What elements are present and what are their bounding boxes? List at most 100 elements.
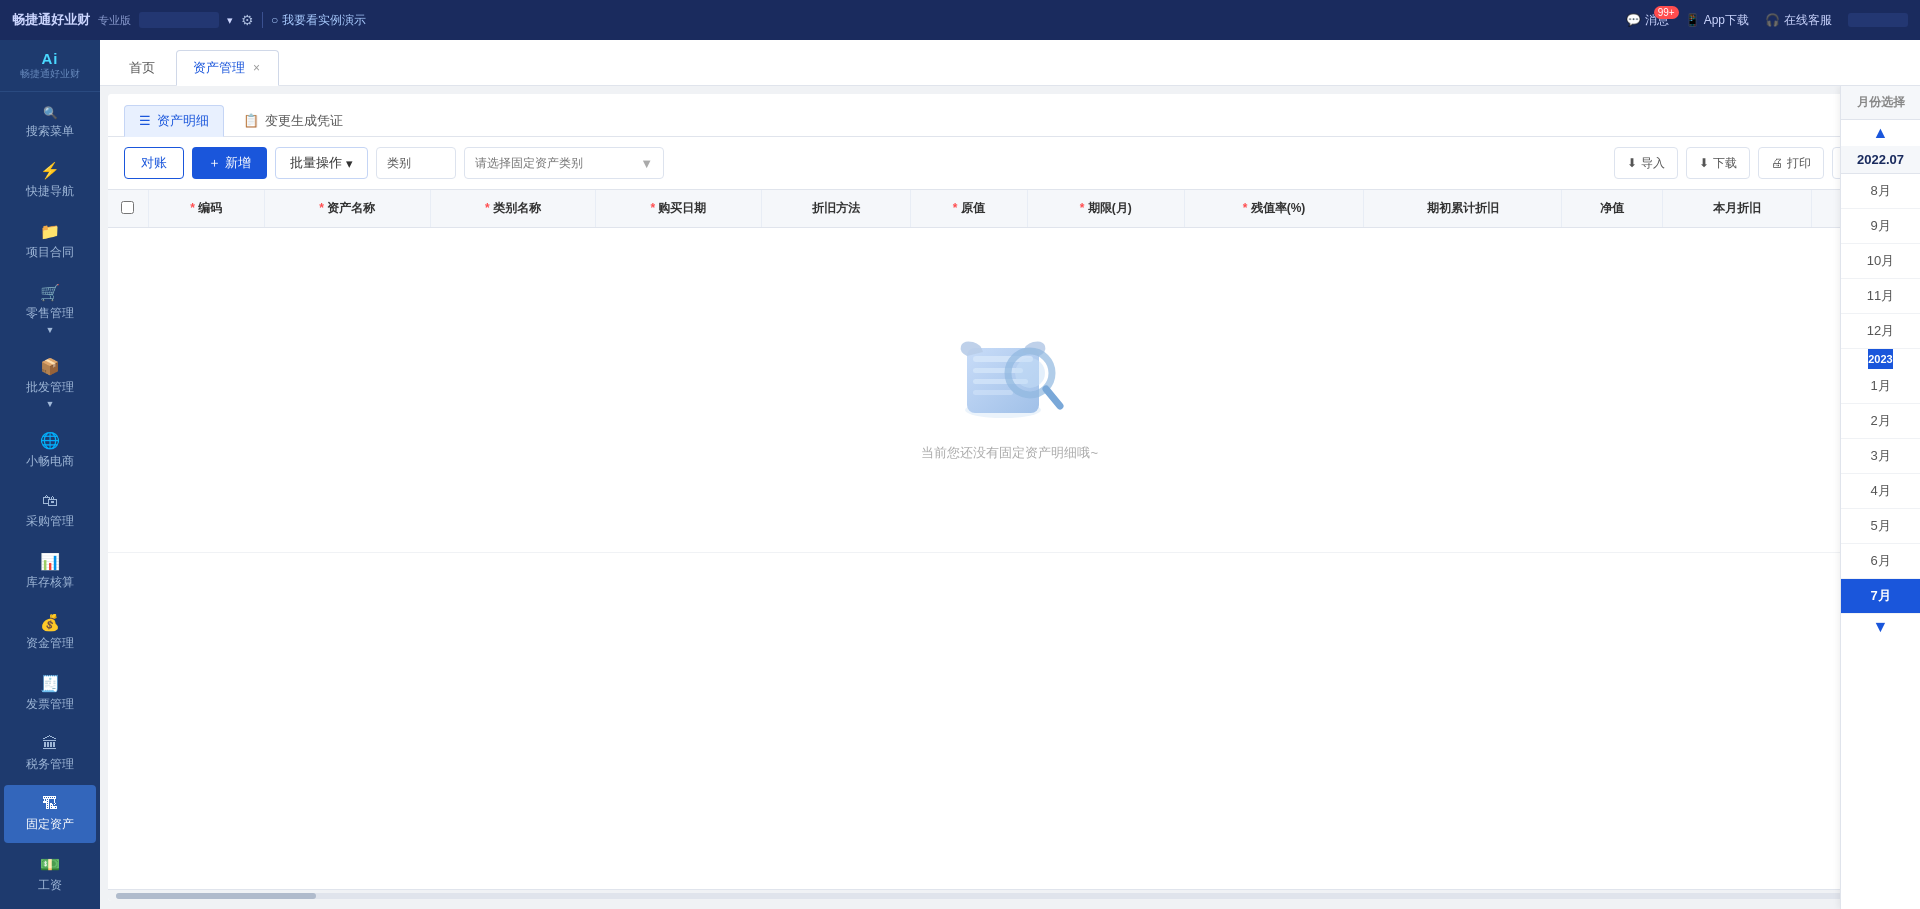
tab-asset-mgmt-label: 资产管理	[193, 59, 245, 77]
print-icon: 🖨	[1771, 156, 1783, 170]
tab-asset-mgmt[interactable]: 资产管理 ×	[176, 50, 279, 86]
msg-btn[interactable]: 💬 消息 99+	[1626, 12, 1669, 29]
phone-icon: 📱	[1685, 13, 1700, 27]
user-blurred	[1848, 13, 1908, 27]
demo-link[interactable]: ○ 我要看实例演示	[271, 12, 366, 29]
category-filter[interactable]: 类别	[376, 147, 456, 179]
month-item-9[interactable]: 9月	[1841, 209, 1920, 244]
month-panel-header: 月份选择	[1841, 86, 1920, 120]
sidebar-item-assets[interactable]: 🏗 固定资产	[4, 785, 96, 843]
sidebar-item-invoice[interactable]: 🧾 发票管理	[4, 664, 96, 723]
col-monthly-depreciation: 本月折旧	[1662, 190, 1811, 228]
sidebar-item-salary[interactable]: 💵 工资	[4, 845, 96, 904]
toolbar: 对账 ＋ 新增 批量操作 ▾ 类别	[108, 137, 1912, 190]
month-item-4[interactable]: 4月	[1841, 474, 1920, 509]
month-item-1[interactable]: 1月	[1841, 369, 1920, 404]
select-all-checkbox[interactable]	[121, 201, 134, 214]
sidebar-item-retail[interactable]: 🛒 零售管理 ▼	[4, 273, 96, 345]
sidebar-item-tax[interactable]: 🏛 税务管理	[4, 725, 96, 783]
col-code: 编码	[148, 190, 265, 228]
wholesale-expand-icon: ▼	[46, 399, 55, 409]
empty-message: 当前您还没有固定资产明细哦~	[921, 444, 1098, 462]
retail-icon: 🛒	[40, 283, 60, 302]
bottom-scroll-bar[interactable]	[108, 889, 1912, 901]
month-panel: 月份选择 ▲ 2022.07 8月 9月 10月 11月 12月 2023 1月…	[1840, 86, 1920, 909]
batch-ops-button[interactable]: 批量操作 ▾	[275, 147, 368, 179]
tab-close-icon[interactable]: ×	[251, 59, 262, 77]
month-panel-up-nav[interactable]: ▲	[1841, 120, 1920, 146]
settings-icon[interactable]: ⚙	[241, 12, 254, 28]
sidebar-item-ecommerce[interactable]: 🌐 小畅电商	[4, 421, 96, 480]
month-item-11[interactable]: 11月	[1841, 279, 1920, 314]
fund-label: 资金管理	[26, 635, 74, 652]
logo-text: Ai	[8, 50, 92, 67]
msg-badge: 99+	[1654, 6, 1679, 19]
sidebar-item-fund[interactable]: 💰 资金管理	[4, 603, 96, 662]
tax-label: 税务管理	[26, 756, 74, 773]
month-item-12[interactable]: 12月	[1841, 314, 1920, 349]
wholesale-icon: 📦	[40, 357, 60, 376]
sidebar-item-purchase[interactable]: 🛍 采购管理	[4, 482, 96, 540]
company-dropdown[interactable]: ▾	[227, 14, 233, 27]
sidebar-item-project[interactable]: 📁 项目合同	[4, 212, 96, 271]
app-name: 畅捷通好业财	[12, 11, 90, 29]
sidebar-item-inventory[interactable]: 📊 库存核算	[4, 542, 96, 601]
month-panel-down-nav[interactable]: ▼	[1841, 614, 1920, 640]
sidebar-item-shortcut[interactable]: ⚡ 快捷导航	[4, 151, 96, 210]
sub-tab-bar: ☰ 资产明细 📋 变更生成凭证	[108, 94, 1912, 137]
month-item-2[interactable]: 2月	[1841, 404, 1920, 439]
import-label: 导入	[1641, 155, 1665, 172]
table-wrap: 编码 资产名称 类别名称 购买日期 折旧方法 原值 期限(月) 残值率(%) 期…	[108, 190, 1912, 889]
month-item-5[interactable]: 5月	[1841, 509, 1920, 544]
month-item-6[interactable]: 6月	[1841, 544, 1920, 579]
online-service-btn[interactable]: 🎧 在线客服	[1765, 12, 1832, 29]
col-category: 类别名称	[430, 190, 596, 228]
category-input[interactable]	[475, 156, 634, 170]
month-item-10[interactable]: 10月	[1841, 244, 1920, 279]
sidebar-item-search[interactable]: 🔍 搜索菜单	[0, 96, 100, 150]
top-bar: 畅捷通好业财 专业版 ▾ ⚙ ○ 我要看实例演示 💬 消息 99+ 📱 App下…	[0, 0, 1920, 40]
top-bar-right: 💬 消息 99+ 📱 App下载 🎧 在线客服	[1626, 12, 1908, 29]
salary-label: 工资	[38, 877, 62, 894]
service-label: 在线客服	[1784, 12, 1832, 29]
category-label: 类别	[387, 155, 411, 172]
import-button[interactable]: ⬇ 导入	[1614, 147, 1678, 179]
toolbar-left: 对账 ＋ 新增 批量操作 ▾ 类别	[124, 147, 664, 179]
month-item-3[interactable]: 3月	[1841, 439, 1920, 474]
wholesale-label: 批发管理	[26, 379, 74, 396]
sub-tab-asset-detail[interactable]: ☰ 资产明细	[124, 105, 224, 137]
change-voucher-icon: 📋	[243, 113, 259, 128]
sidebar-logo: Ai 畅捷通好业财	[0, 40, 100, 92]
col-name: 资产名称	[265, 190, 431, 228]
sidebar-item-wholesale[interactable]: 📦 批发管理 ▼	[4, 347, 96, 419]
assets-icon: 🏗	[42, 795, 58, 813]
year-2023-badge: 2023	[1868, 349, 1892, 369]
scroll-track	[116, 893, 1904, 899]
month-item-7-current[interactable]: 7月	[1841, 579, 1920, 614]
col-net-value: 净值	[1562, 190, 1662, 228]
tab-home[interactable]: 首页	[112, 49, 172, 85]
category-dropdown-icon: ▼	[640, 156, 653, 171]
download-icon: ⬇	[1699, 156, 1709, 170]
batch-label: 批量操作	[290, 154, 342, 172]
sidebar: Ai 畅捷通好业财 🔍 搜索菜单 ⚡ 快捷导航 📁 项目合同 🛒 零售管理 ▼ …	[0, 40, 100, 909]
download-button[interactable]: ⬇ 下载	[1686, 147, 1750, 179]
company-blurred	[139, 12, 219, 28]
month-panel-year: 2022.07	[1841, 146, 1920, 174]
table-header-row: 编码 资产名称 类别名称 购买日期 折旧方法 原值 期限(月) 残值率(%) 期…	[108, 190, 1912, 228]
month-item-8[interactable]: 8月	[1841, 174, 1920, 209]
app-download-btn[interactable]: 📱 App下载	[1685, 12, 1749, 29]
add-new-button[interactable]: ＋ 新增	[192, 147, 267, 179]
inner-page: ☰ 资产明细 📋 变更生成凭证 对账 ＋ 新增	[108, 94, 1912, 901]
download-label: 下载	[1713, 155, 1737, 172]
tax-icon: 🏛	[42, 735, 58, 753]
print-button[interactable]: 🖨 打印	[1758, 147, 1824, 179]
headset-icon: 🎧	[1765, 13, 1780, 27]
reconcile-button[interactable]: 对账	[124, 147, 184, 179]
purchase-icon: 🛍	[42, 492, 58, 510]
assets-label: 固定资产	[26, 816, 74, 833]
empty-state-row: 当前您还没有固定资产明细哦~	[108, 228, 1912, 553]
empty-state: 当前您还没有固定资产明细哦~	[120, 238, 1900, 542]
sub-tab-change-voucher[interactable]: 📋 变更生成凭证	[228, 104, 358, 136]
change-voucher-label: 变更生成凭证	[265, 112, 343, 130]
